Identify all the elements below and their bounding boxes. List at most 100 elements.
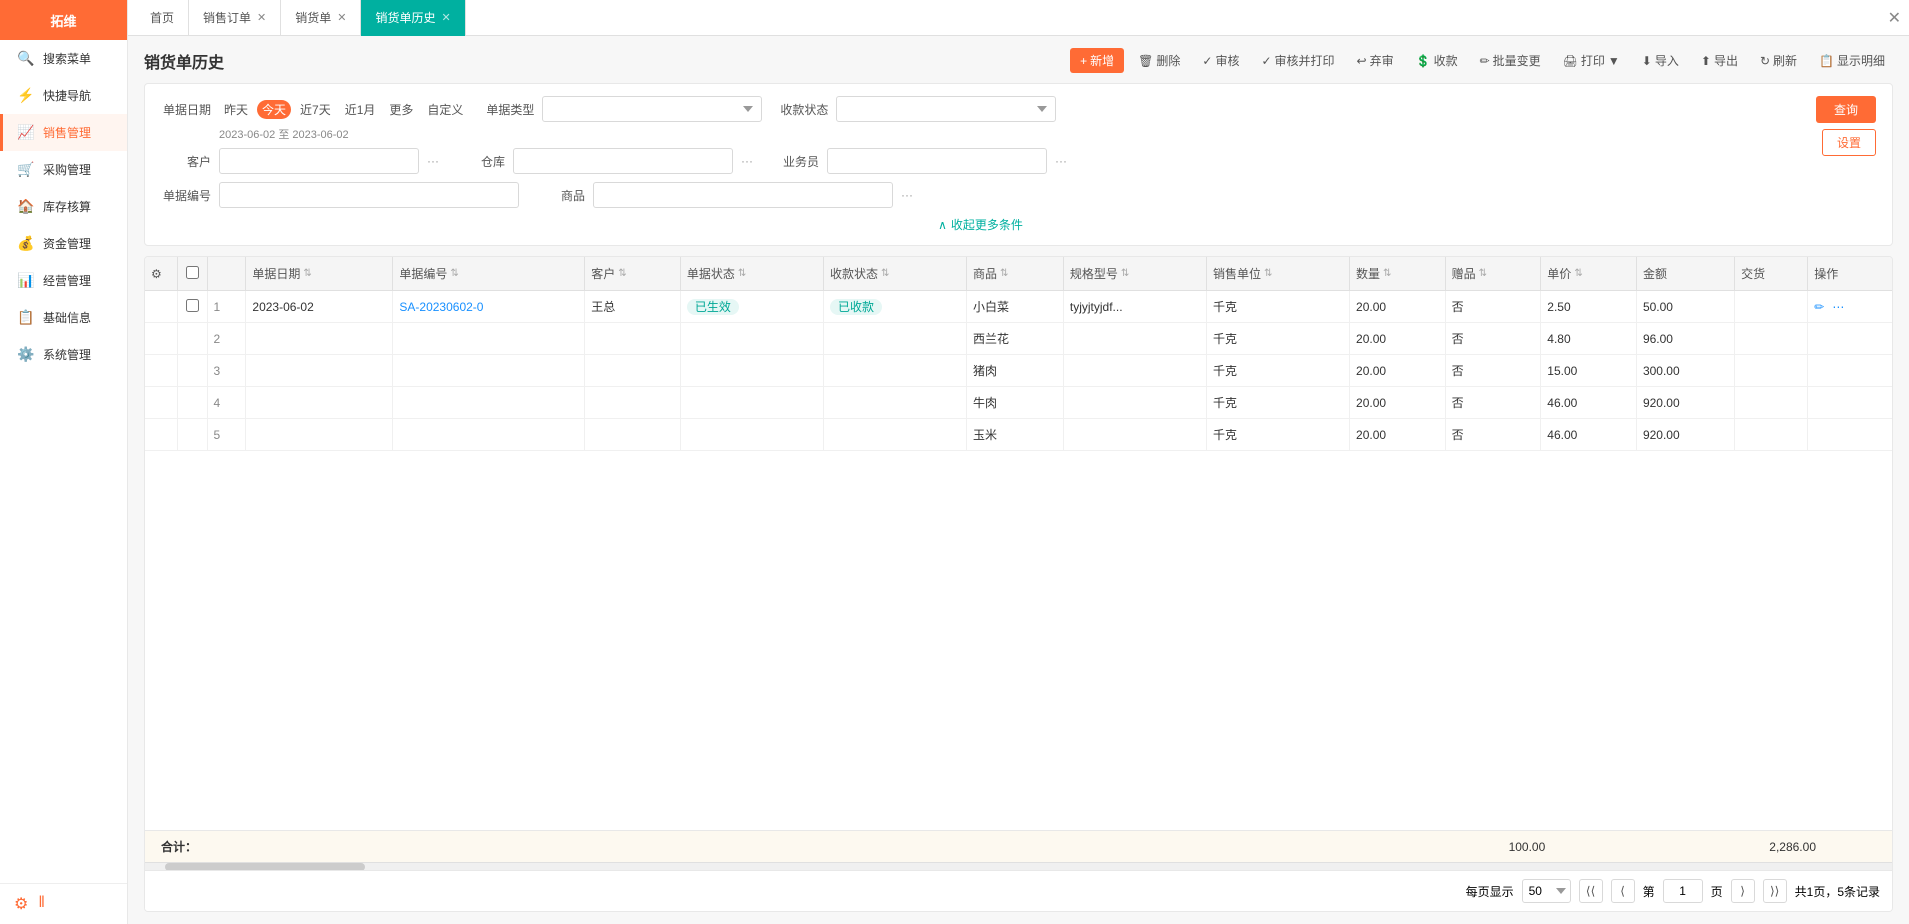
edit-icon[interactable]: ✏ <box>1814 300 1824 314</box>
sidebar-item-funds[interactable]: 💰 资金管理 <box>0 225 127 262</box>
row-check[interactable] <box>186 299 199 312</box>
show-detail-button[interactable]: 📋 显示明细 <box>1811 48 1893 73</box>
warehouse-input[interactable] <box>513 148 733 174</box>
row-product-4: 玉米 <box>967 419 1064 451</box>
tab-sales-order-close[interactable]: ✕ <box>257 11 266 24</box>
table-row: 3 猪肉 千克 20.00 否 15.00 300.00 <box>145 355 1892 387</box>
customer-input[interactable] <box>219 148 419 174</box>
sidebar-item-basic-info[interactable]: 📋 基础信息 <box>0 299 127 336</box>
revoke-button[interactable]: ↩ 弃审 <box>1349 48 1402 73</box>
gift-sort-icon[interactable]: ⇅ <box>1479 268 1487 279</box>
sidebar-item-inventory[interactable]: 🏠 库存核算 <box>0 188 127 225</box>
filter-settings-button[interactable]: 设置 <box>1822 129 1876 156</box>
product-dots[interactable]: ··· <box>901 188 913 202</box>
first-page-button[interactable]: ⟨⟨ <box>1579 879 1603 903</box>
approve-button[interactable]: ✓ 审核 <box>1194 48 1247 73</box>
tab-sales-order[interactable]: 销售订单 ✕ <box>189 0 281 36</box>
product-input[interactable] <box>593 182 893 208</box>
unit-sort-icon[interactable]: ⇅ <box>1264 268 1272 279</box>
tab-sales-shipment[interactable]: 销货单 ✕ <box>281 0 361 36</box>
page-header: 销货单历史 + 新增 🗑 删除 ✓ 审核 ✓ 审核并打印 <box>144 48 1893 73</box>
page-size-label: 每页显示 <box>1466 883 1514 900</box>
gear-icon[interactable]: ⚙ <box>151 267 162 281</box>
sidebar-item-label: 基础信息 <box>43 309 91 326</box>
refresh-button[interactable]: ↻ 刷新 <box>1752 48 1805 73</box>
import-button[interactable]: ⬇ 导入 <box>1634 48 1687 73</box>
date-shortcut-today[interactable]: 今天 <box>257 100 291 119</box>
sidebar-item-operations[interactable]: 📊 经营管理 <box>0 262 127 299</box>
query-button[interactable]: 查询 <box>1816 96 1876 123</box>
page-size-select[interactable]: 50 100 200 <box>1522 879 1571 903</box>
docno-sort-icon[interactable]: ⇅ <box>450 268 458 279</box>
export-button[interactable]: ⬆ 导出 <box>1693 48 1746 73</box>
page-number-input[interactable] <box>1663 879 1703 903</box>
date-shortcut-1month[interactable]: 近1月 <box>340 100 381 119</box>
more-icon[interactable]: ⋯ <box>1832 300 1844 314</box>
sidebar-item-sales[interactable]: 📈 销售管理 <box>0 114 127 151</box>
date-sort-icon[interactable]: ⇅ <box>303 268 311 279</box>
prev-page-button[interactable]: ⟨ <box>1611 879 1635 903</box>
last-page-button[interactable]: ⟩⟩ <box>1763 879 1787 903</box>
paystatus-select[interactable] <box>836 96 1056 122</box>
price-sort-icon[interactable]: ⇅ <box>1574 268 1582 279</box>
spec-sort-icon[interactable]: ⇅ <box>1121 268 1129 279</box>
select-all-checkbox[interactable] <box>186 266 199 279</box>
export-icon: ⬆ <box>1701 54 1711 68</box>
docno-link-0[interactable]: SA-20230602-0 <box>399 300 483 314</box>
col-unit: 销售单位⇅ <box>1206 257 1349 291</box>
date-shortcut-more[interactable]: 更多 <box>384 100 418 119</box>
tab-sales-history-close[interactable]: ✕ <box>442 11 451 24</box>
collapse-button[interactable]: ∧ 收起更多条件 <box>161 216 1800 233</box>
col-checkbox <box>177 257 207 291</box>
staff-dots[interactable]: ··· <box>1055 154 1067 168</box>
next-page-button[interactable]: ⟩ <box>1731 879 1755 903</box>
add-button[interactable]: + 新增 <box>1070 48 1124 73</box>
tabs-close-all[interactable]: ✕ <box>1888 8 1901 28</box>
customer-sort-icon[interactable]: ⇅ <box>618 268 626 279</box>
table-row: 4 牛肉 千克 20.00 否 46.00 920.00 <box>145 387 1892 419</box>
docstatus-sort-icon[interactable]: ⇅ <box>738 268 746 279</box>
row-actions-3 <box>1808 387 1892 419</box>
row-gear-2 <box>145 355 177 387</box>
horizontal-scrollbar[interactable] <box>145 862 1892 870</box>
tab-home[interactable]: 首页 <box>136 0 189 36</box>
filter-area: 单据日期 昨天 今天 近7天 近1月 更多 自定义 单据类型 <box>144 83 1893 246</box>
collect-button[interactable]: 💲 收款 <box>1408 48 1466 73</box>
staff-input[interactable] <box>827 148 1047 174</box>
docno-input[interactable] <box>219 182 519 208</box>
customer-dots[interactable]: ··· <box>427 154 439 168</box>
paystatus-badge-0: 已收款 <box>830 299 882 315</box>
approve-print-button[interactable]: ✓ 审核并打印 <box>1253 48 1342 73</box>
sidebar-item-system[interactable]: ⚙️ 系统管理 <box>0 336 127 373</box>
row-actions-2 <box>1808 355 1892 387</box>
row-product-0: 小白菜 <box>967 291 1064 323</box>
tab-sales-shipment-close[interactable]: ✕ <box>337 11 346 24</box>
doctype-select[interactable] <box>542 96 762 122</box>
sidebar-settings-icon[interactable]: ⚙ <box>14 894 28 914</box>
sidebar-item-search-menu[interactable]: 🔍 搜索菜单 <box>0 40 127 77</box>
row-gear-0 <box>145 291 177 323</box>
sidebar-item-purchase[interactable]: 🛒 采购管理 <box>0 151 127 188</box>
print-button[interactable]: 🖨 打印 ▼ <box>1555 48 1628 73</box>
delete-icon: 🗑 <box>1138 54 1153 68</box>
row-actions-1 <box>1808 323 1892 355</box>
tab-sales-shipment-label: 销货单 <box>295 9 331 26</box>
filter-row-1: 单据日期 昨天 今天 近7天 近1月 更多 自定义 单据类型 <box>161 96 1800 122</box>
action-icons: ✏⋯ <box>1814 300 1886 314</box>
product-sort-icon[interactable]: ⇅ <box>1000 268 1008 279</box>
tab-sales-history[interactable]: 销货单历史 ✕ <box>361 0 465 36</box>
warehouse-dots[interactable]: ··· <box>741 154 753 168</box>
sidebar-collapse-icon[interactable]: ‖ <box>38 894 45 914</box>
row-unit-4: 千克 <box>1206 419 1349 451</box>
sidebar-item-quick-nav[interactable]: ⚡ 快捷导航 <box>0 77 127 114</box>
paystatus-sort-icon[interactable]: ⇅ <box>881 268 889 279</box>
collapse-icon: ∧ <box>938 218 947 232</box>
date-shortcut-custom[interactable]: 自定义 <box>422 100 468 119</box>
batch-change-button[interactable]: ✏ 批量变更 <box>1472 48 1549 73</box>
date-shortcut-7days[interactable]: 近7天 <box>295 100 336 119</box>
delete-button[interactable]: 🗑 删除 <box>1130 48 1188 73</box>
row-spec-1 <box>1063 323 1206 355</box>
date-shortcut-yesterday[interactable]: 昨天 <box>219 100 253 119</box>
qty-sort-icon[interactable]: ⇅ <box>1383 268 1391 279</box>
search-menu-icon: 🔍 <box>17 50 35 67</box>
